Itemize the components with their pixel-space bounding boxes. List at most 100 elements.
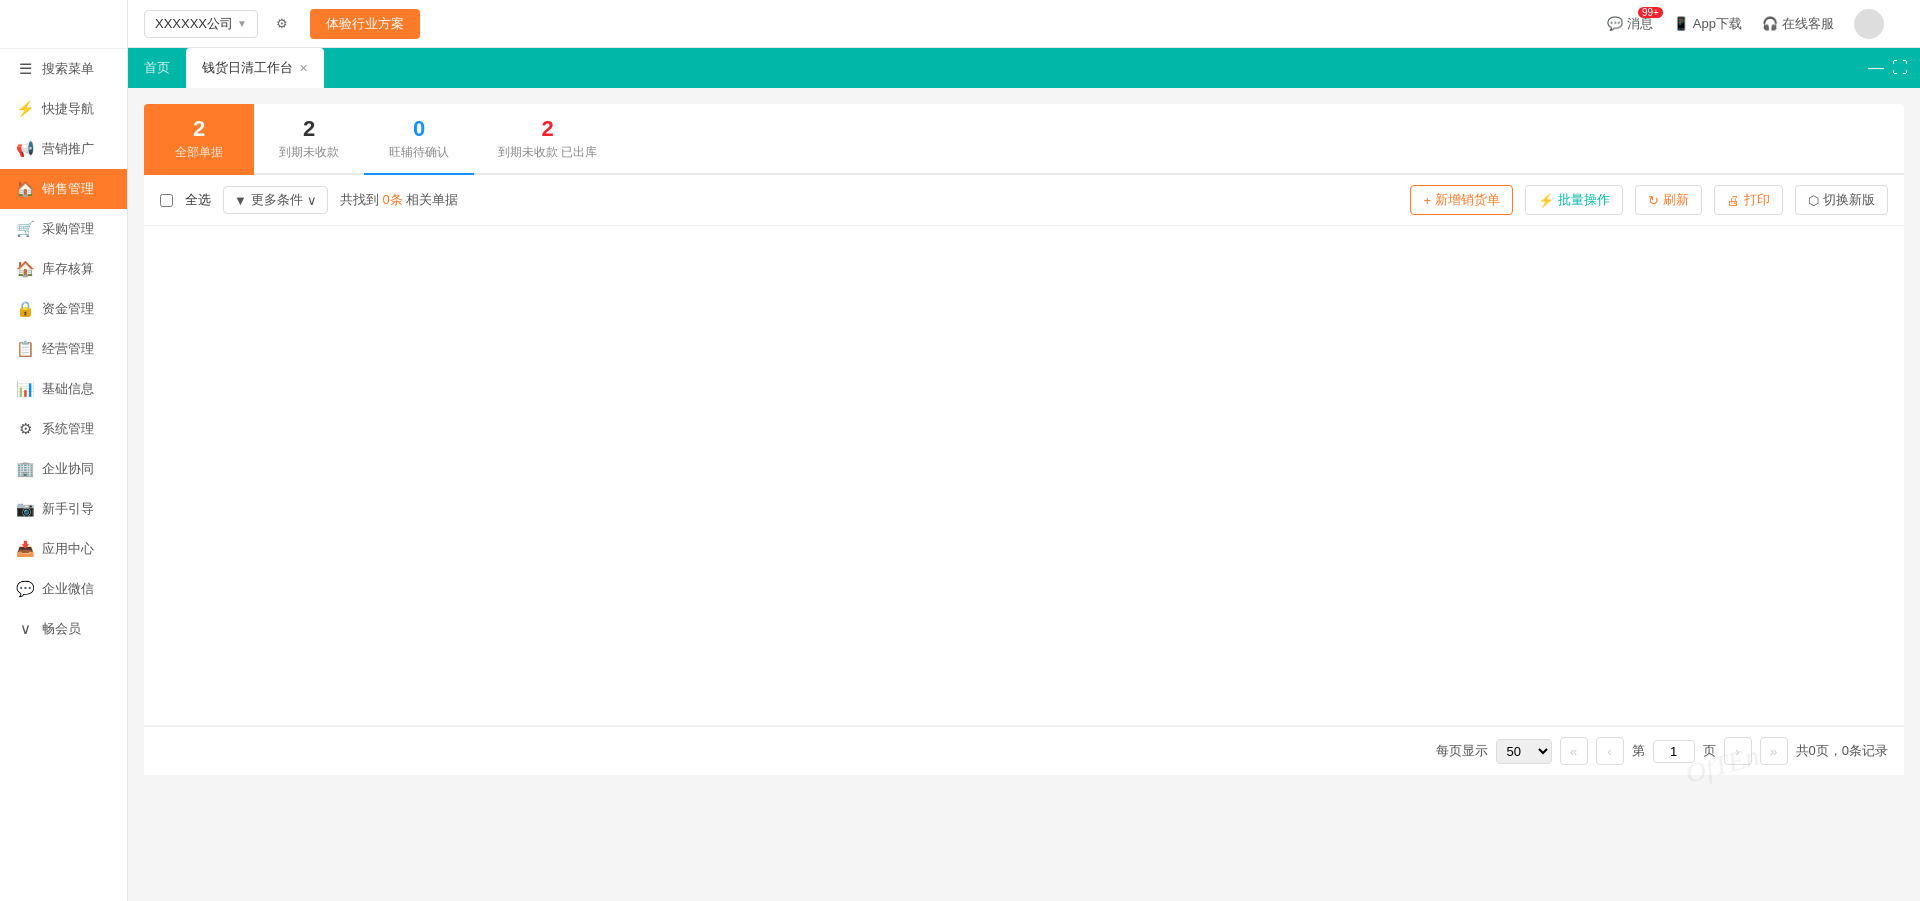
print-icon: 🖨 bbox=[1727, 193, 1740, 208]
tab-maximize-icon[interactable]: ⛶ bbox=[1892, 59, 1908, 77]
stat-label-shipped: 到期未收款 已出库 bbox=[498, 144, 597, 161]
trial-btn[interactable]: 体验行业方案 bbox=[310, 9, 420, 39]
stat-count-wangwang: 0 bbox=[388, 116, 450, 142]
sidebar-item-enterprise[interactable]: 🏢 企业协同 bbox=[0, 449, 127, 489]
last-page-btn[interactable]: » bbox=[1760, 737, 1788, 765]
sidebar-item-quick-nav[interactable]: ⚡ 快捷导航 bbox=[0, 89, 127, 129]
select-all-label: 全选 bbox=[185, 191, 211, 209]
next-page-btn[interactable]: › bbox=[1724, 737, 1752, 765]
stat-label-overdue: 到期未收款 bbox=[278, 144, 340, 161]
basic-info-icon: 📊 bbox=[16, 380, 34, 398]
sidebar: ☰ 搜索菜单 ⚡ 快捷导航 📢 营销推广 🏠 销售管理 🛒 采购管理 🏠 库存核… bbox=[0, 0, 128, 901]
total-label: 共0页，0条记录 bbox=[1796, 742, 1888, 760]
message-icon: 💬 bbox=[1607, 16, 1623, 31]
tab-bar-actions: — ⛶ bbox=[1868, 59, 1920, 77]
stat-tab-overdue[interactable]: 2 到期未收款 bbox=[254, 104, 364, 175]
download-icon: 📱 bbox=[1673, 16, 1689, 31]
sales-icon: 🏠 bbox=[16, 180, 34, 198]
new-guide-icon: 📷 bbox=[16, 500, 34, 518]
batch-icon: ⚡ bbox=[1538, 193, 1554, 208]
user-avatar[interactable] bbox=[1854, 9, 1884, 39]
stat-tab-wangwang[interactable]: 0 旺辅待确认 bbox=[364, 104, 474, 175]
marketing-icon: 📢 bbox=[16, 140, 34, 158]
purchase-icon: 🛒 bbox=[16, 220, 34, 238]
sidebar-item-purchase[interactable]: 🛒 采购管理 bbox=[0, 209, 127, 249]
sidebar-label-marketing: 营销推广 bbox=[42, 140, 94, 158]
sidebar-item-app-center[interactable]: 📥 应用中心 bbox=[0, 529, 127, 569]
page-size-label: 每页显示 bbox=[1436, 742, 1488, 760]
sidebar-item-new-guide[interactable]: 📷 新手引导 bbox=[0, 489, 127, 529]
sidebar-label-vip: 畅会员 bbox=[42, 620, 81, 638]
refresh-btn[interactable]: ↻ 刷新 bbox=[1635, 185, 1702, 215]
quick-nav-icon: ⚡ bbox=[16, 100, 34, 118]
batch-ops-label: 批量操作 bbox=[1558, 191, 1610, 209]
sidebar-label-wechat-biz: 企业微信 bbox=[42, 580, 94, 598]
sidebar-label-quick-nav: 快捷导航 bbox=[42, 100, 94, 118]
tab-home[interactable]: 首页 bbox=[128, 48, 186, 88]
sidebar-item-sales[interactable]: 🏠 销售管理 bbox=[0, 169, 127, 209]
sidebar-label-basic-info: 基础信息 bbox=[42, 380, 94, 398]
app-download-btn[interactable]: 📱 App下载 bbox=[1673, 15, 1742, 33]
sidebar-item-search-menu[interactable]: ☰ 搜索菜单 bbox=[0, 48, 127, 89]
sidebar-item-system[interactable]: ⚙ 系统管理 bbox=[0, 409, 127, 449]
filter-chevron-icon: ∨ bbox=[307, 193, 317, 208]
vip-icon: ∨ bbox=[16, 620, 34, 638]
company-selector[interactable]: XXXXXX公司 ▼ bbox=[144, 10, 258, 38]
inventory-icon: 🏠 bbox=[16, 260, 34, 278]
page-label: 第 bbox=[1632, 742, 1645, 760]
add-sale-order-btn[interactable]: + 新增销货单 bbox=[1410, 185, 1513, 215]
toolbar-right: + 新增销货单 ⚡ 批量操作 ↻ 刷新 🖨 打印 ⬡ 切换新版 bbox=[1410, 185, 1888, 215]
sidebar-label-app-center: 应用中心 bbox=[42, 540, 94, 558]
service-icon: 🎧 bbox=[1762, 16, 1778, 31]
switch-label: 切换新版 bbox=[1823, 191, 1875, 209]
tab-home-label: 首页 bbox=[144, 59, 170, 77]
online-service-btn[interactable]: 🎧 在线客服 bbox=[1762, 15, 1834, 33]
switch-icon: ⬡ bbox=[1808, 193, 1819, 208]
sidebar-label-inventory: 库存核算 bbox=[42, 260, 94, 278]
page-size-select[interactable]: 50 10 20 100 bbox=[1496, 739, 1552, 764]
found-text: 共找到 0条 相关单据 bbox=[340, 191, 458, 209]
more-filters-btn[interactable]: ▼ 更多条件 ∨ bbox=[223, 186, 328, 214]
search-menu-icon: ☰ bbox=[16, 60, 34, 78]
batch-ops-btn[interactable]: ⚡ 批量操作 bbox=[1525, 185, 1623, 215]
company-name: XXXXXX公司 bbox=[155, 15, 233, 33]
found-suffix: 相关单据 bbox=[406, 192, 458, 207]
print-btn[interactable]: 🖨 打印 bbox=[1714, 185, 1783, 215]
sidebar-label-ops: 经营管理 bbox=[42, 340, 94, 358]
select-all-checkbox[interactable] bbox=[160, 194, 173, 207]
sidebar-label-new-guide: 新手引导 bbox=[42, 500, 94, 518]
tab-minimize-icon[interactable]: — bbox=[1868, 59, 1884, 77]
sidebar-item-funds[interactable]: 🔒 资金管理 bbox=[0, 289, 127, 329]
sidebar-label-search-menu: 搜索菜单 bbox=[42, 60, 94, 78]
stat-tab-shipped[interactable]: 2 到期未收款 已出库 bbox=[474, 104, 621, 175]
app-header: 6 畅捷通好生意 标准版 XXXXXX公司 ▼ ⚙ 体验行业方案 💬 消息 99… bbox=[0, 0, 1920, 48]
tab-workbench[interactable]: 钱货日清工作台 ✕ bbox=[186, 48, 324, 88]
sidebar-label-enterprise: 企业协同 bbox=[42, 460, 94, 478]
app-download-label: App下载 bbox=[1693, 15, 1742, 33]
app-center-icon: 📥 bbox=[16, 540, 34, 558]
enterprise-icon: 🏢 bbox=[16, 460, 34, 478]
tab-close-icon[interactable]: ✕ bbox=[299, 62, 308, 75]
page-input[interactable] bbox=[1653, 740, 1695, 763]
refresh-label: 刷新 bbox=[1663, 191, 1689, 209]
stat-count-overdue: 2 bbox=[278, 116, 340, 142]
sidebar-item-marketing[interactable]: 📢 营销推广 bbox=[0, 129, 127, 169]
system-icon: ⚙ bbox=[16, 420, 34, 438]
first-page-btn[interactable]: « bbox=[1560, 737, 1588, 765]
sidebar-item-ops[interactable]: 📋 经营管理 bbox=[0, 329, 127, 369]
tab-workbench-label: 钱货日清工作台 bbox=[202, 59, 293, 77]
prev-page-btn[interactable]: ‹ bbox=[1596, 737, 1624, 765]
company-dropdown-icon: ▼ bbox=[237, 18, 247, 29]
settings-icon[interactable]: ⚙ bbox=[266, 8, 298, 40]
order-list-table bbox=[144, 226, 1904, 726]
funds-icon: 🔒 bbox=[16, 300, 34, 318]
tab-bar: 首页 钱货日清工作台 ✕ — ⛶ bbox=[128, 48, 1920, 88]
sidebar-item-wechat-biz[interactable]: 💬 企业微信 bbox=[0, 569, 127, 609]
sidebar-item-inventory[interactable]: 🏠 库存核算 bbox=[0, 249, 127, 289]
sidebar-item-vip[interactable]: ∨ 畅会员 bbox=[0, 609, 127, 649]
stat-tab-all[interactable]: 2 全部单据 bbox=[144, 104, 254, 175]
sidebar-item-basic-info[interactable]: 📊 基础信息 bbox=[0, 369, 127, 409]
switch-version-btn[interactable]: ⬡ 切换新版 bbox=[1795, 185, 1888, 215]
message-btn[interactable]: 💬 消息 99+ bbox=[1607, 15, 1653, 33]
sidebar-label-system: 系统管理 bbox=[42, 420, 94, 438]
